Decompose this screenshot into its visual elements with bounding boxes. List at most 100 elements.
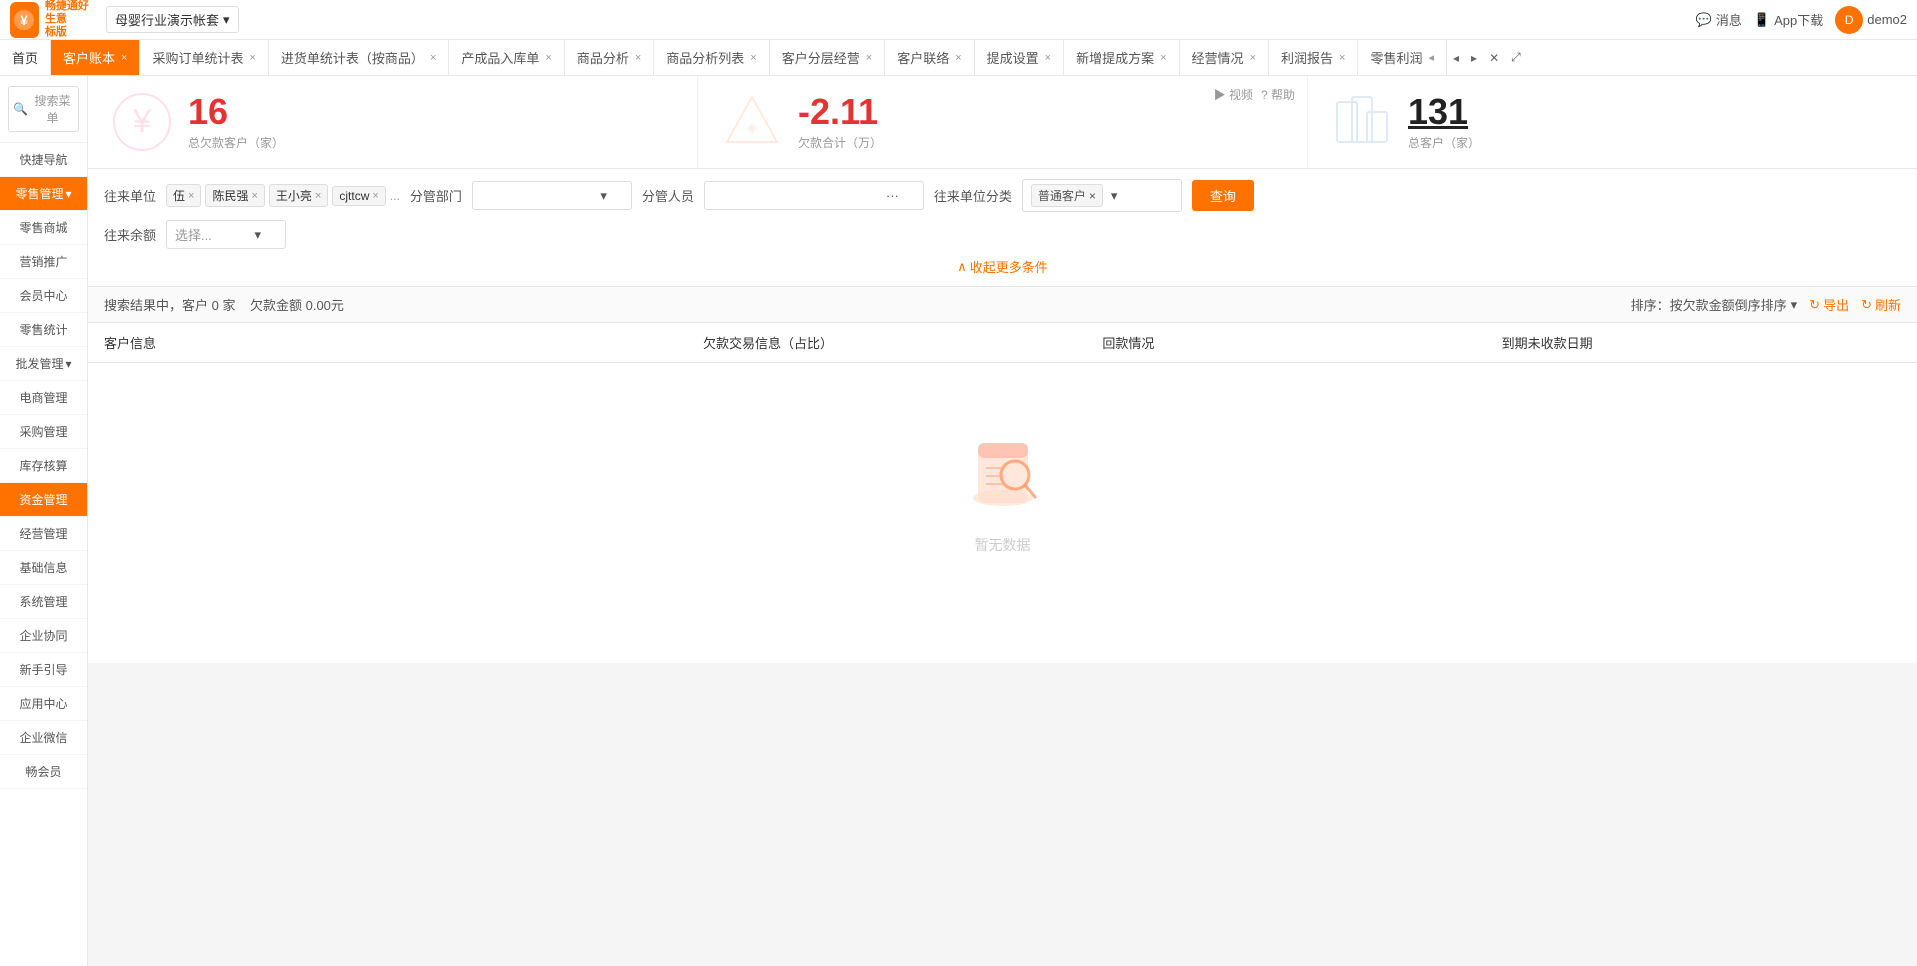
tab-commission-settings[interactable]: 提成设置 × — [975, 40, 1064, 75]
filter-label-person: 分管人员 — [642, 186, 694, 205]
sidebar-item-enterprise[interactable]: 企业协同 — [0, 619, 87, 653]
nav-close-all[interactable]: ✕ — [1483, 40, 1505, 75]
chevron-dept-icon: ▾ — [600, 188, 607, 204]
sidebar-item-retail-stats[interactable]: 零售统计 — [0, 313, 87, 347]
sidebar-item-purchase[interactable]: 采购管理 — [0, 415, 87, 449]
filter-select-unit-type[interactable]: 普通客户 × ▾ — [1022, 179, 1182, 212]
user-menu[interactable]: D demo2 — [1835, 6, 1907, 34]
close-tab-customer-ledger[interactable]: × — [121, 52, 127, 64]
export-button[interactable]: ↻ 导出 — [1809, 295, 1849, 314]
refresh-button[interactable]: ↻ 刷新 — [1861, 295, 1901, 314]
chevron-down-icon: ▾ — [223, 12, 230, 28]
tab-purchase-order[interactable]: 采购订单统计表 × — [140, 40, 268, 75]
chevron-sort-icon: ▾ — [1791, 297, 1798, 313]
stat-card-debt: ◈ -2.11 欠款合计（万） ▶ 视频 ? 帮助 — [698, 76, 1308, 168]
sidebar-item-newbie[interactable]: 新手引导 — [0, 653, 87, 687]
remove-tag-wu[interactable]: × — [188, 190, 194, 202]
close-tab-commission-settings[interactable]: × — [1045, 52, 1051, 64]
sidebar-item-retail-mgmt[interactable]: 零售管理 ▾ — [0, 177, 87, 211]
nav-next-arrow[interactable]: ▸ — [1465, 40, 1483, 75]
filter-select-dept[interactable]: ▾ — [472, 181, 632, 210]
empty-state: 暂无数据 — [88, 363, 1917, 615]
stat-card-total: 131 总客户（家） — [1308, 76, 1917, 168]
filter-tag-cjttcw: cjttcw × — [332, 186, 385, 206]
tab-goods-list[interactable]: 商品分析列表 × — [654, 40, 769, 75]
empty-icon — [953, 423, 1053, 523]
stat-icon-debt: ◈ — [722, 92, 782, 152]
close-tab-retail-profit[interactable]: ◂ — [1428, 51, 1434, 64]
sidebar-item-member[interactable]: 畅会员 — [0, 755, 87, 789]
search-icon: 🔍 — [13, 102, 28, 116]
sidebar-item-member-center[interactable]: 会员中心 — [0, 279, 87, 313]
logo-icon: ¥ — [10, 2, 39, 38]
message-icon: 💬 — [1696, 12, 1712, 28]
close-tab-new-commission[interactable]: × — [1160, 52, 1166, 64]
close-tab-goods-in[interactable]: × — [430, 52, 436, 64]
filter-more-tags[interactable]: ... — [390, 189, 400, 203]
data-table: 客户信息 欠款交易信息（占比） 回款情况 到期未收款日期 — [88, 323, 1917, 663]
remove-tag-cjttcw[interactable]: × — [372, 190, 378, 202]
collapse-button[interactable]: ∧ 收起更多条件 — [957, 257, 1048, 276]
close-tab-operation[interactable]: × — [1250, 52, 1256, 64]
video-help-button[interactable]: ▶ 视频 — [1214, 86, 1253, 103]
chevron-icon-2: ▾ — [65, 357, 71, 371]
sort-selector[interactable]: 排序：按欠款金额倒序排序 ▾ — [1631, 295, 1798, 314]
tab-customer-contact[interactable]: 客户联络 × — [885, 40, 974, 75]
sidebar-item-wholesale[interactable]: 批发管理 ▾ — [0, 347, 87, 381]
sidebar-item-app-center[interactable]: 应用中心 — [0, 687, 87, 721]
filter-input-person[interactable]: ··· — [704, 181, 924, 210]
tab-retail-profit[interactable]: 零售利润 ◂ — [1358, 40, 1447, 75]
result-bar-right: 排序：按欠款金额倒序排序 ▾ ↻ 导出 ↻ 刷新 — [1631, 295, 1901, 314]
result-bar: 搜索结果中，客户 0 家 欠款金额 0.00元 排序：按欠款金额倒序排序 ▾ ↻… — [88, 287, 1917, 323]
app-download-button[interactable]: 📱 App下载 — [1754, 10, 1823, 29]
table-header: 客户信息 欠款交易信息（占比） 回款情况 到期未收款日期 — [88, 323, 1917, 363]
nav-fullscreen[interactable]: ⤢ — [1505, 40, 1527, 75]
main-layout: 🔍 搜索菜单 快捷导航 零售管理 ▾ 零售商城 营销推广 会员中心 零售统计 批… — [0, 76, 1917, 966]
nav-prev-arrow[interactable]: ◂ — [1447, 40, 1465, 75]
sidebar-item-retail-mall[interactable]: 零售商城 — [0, 211, 87, 245]
stat-icon-customers: ¥ — [112, 92, 172, 152]
tab-goods-analysis[interactable]: 商品分析 × — [565, 40, 654, 75]
close-tab-profit-report[interactable]: × — [1339, 52, 1345, 64]
sidebar-item-operations[interactable]: 经营管理 — [0, 517, 87, 551]
tab-operation[interactable]: 经营情况 × — [1180, 40, 1269, 75]
close-tab-product-in[interactable]: × — [545, 52, 551, 64]
sidebar-item-finance[interactable]: 资金管理 — [0, 483, 87, 517]
sort-label: 排序：按欠款金额倒序排序 — [1631, 295, 1787, 314]
tab-new-commission[interactable]: 新增提成方案 × — [1064, 40, 1179, 75]
sidebar-item-ecommerce[interactable]: 电商管理 — [0, 381, 87, 415]
tab-profit-report[interactable]: 利润报告 × — [1269, 40, 1358, 75]
sidebar-item-inventory[interactable]: 库存核算 — [0, 449, 87, 483]
remove-tag-normal[interactable]: × — [1089, 189, 1096, 203]
close-tab-goods-analysis[interactable]: × — [635, 52, 641, 64]
close-tab-goods-list[interactable]: × — [750, 52, 756, 64]
result-summary: 搜索结果中，客户 0 家 欠款金额 0.00元 — [104, 295, 344, 314]
sidebar-item-marketing[interactable]: 营销推广 — [0, 245, 87, 279]
remove-tag-chen[interactable]: × — [251, 190, 257, 202]
remove-tag-wang[interactable]: × — [315, 190, 321, 202]
tab-customer-ledger[interactable]: 客户账本 × — [51, 40, 140, 75]
tab-home[interactable]: 首页 — [0, 40, 51, 75]
close-tab-customer-tier[interactable]: × — [866, 52, 872, 64]
help-button[interactable]: ? 帮助 — [1261, 86, 1295, 103]
col-customer-info: 客户信息 — [104, 333, 703, 352]
sidebar-item-wechat[interactable]: 企业微信 — [0, 721, 87, 755]
sidebar-item-basic-info[interactable]: 基础信息 — [0, 551, 87, 585]
search-menu-button[interactable]: 🔍 搜索菜单 — [8, 86, 79, 132]
message-button[interactable]: 💬 消息 — [1696, 10, 1742, 29]
query-button[interactable]: 查询 — [1192, 180, 1254, 211]
sidebar-item-quick-nav[interactable]: 快捷导航 — [0, 143, 87, 177]
tab-customer-tier[interactable]: 客户分层经营 × — [770, 40, 885, 75]
phone-icon: 📱 — [1754, 12, 1770, 28]
stat-text-total: 131 总客户（家） — [1408, 94, 1480, 151]
filter-select-balance[interactable]: 选择... ▾ — [166, 220, 286, 249]
sidebar-item-system[interactable]: 系统管理 — [0, 585, 87, 619]
close-tab-purchase-order[interactable]: × — [249, 52, 255, 64]
close-tab-customer-contact[interactable]: × — [955, 52, 961, 64]
filter-type-tag-normal: 普通客户 × — [1031, 184, 1103, 207]
filter-label-dept: 分管部门 — [410, 186, 462, 205]
filter-row-1: 往来单位 伍 × 陈民强 × 王小亮 × cjttcw — [104, 179, 1901, 212]
tab-product-in[interactable]: 产成品入库单 × — [449, 40, 564, 75]
account-selector[interactable]: 母婴行业演示帐套 ▾ — [106, 6, 239, 33]
tab-goods-in[interactable]: 进货单统计表（按商品） × — [269, 40, 449, 75]
